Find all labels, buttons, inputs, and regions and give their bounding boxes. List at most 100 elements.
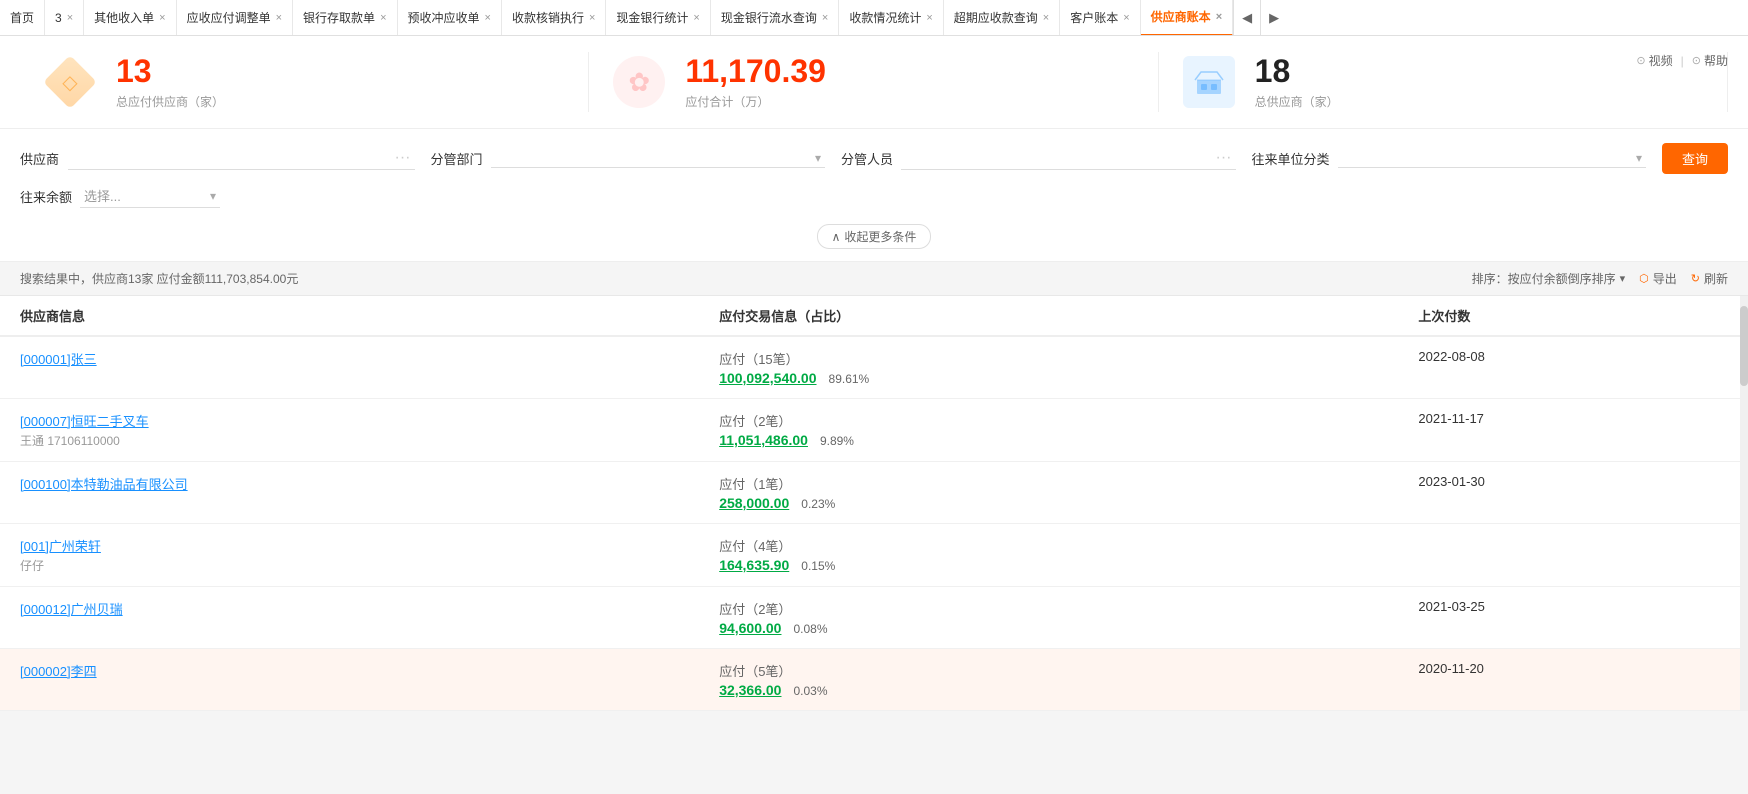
- tx-info-cell: 应付（4笔）164,635.900.15%: [699, 524, 1398, 587]
- nav-tab-home[interactable]: 首页: [0, 0, 45, 36]
- close-icon[interactable]: ×: [926, 12, 932, 24]
- tx-info-cell: 应付（2笔）11,051,486.009.89%: [699, 399, 1398, 462]
- dept-label: 分管部门: [431, 149, 483, 168]
- tx-amount[interactable]: 11,051,486.00: [719, 432, 808, 448]
- nav-tab-cash-flow[interactable]: 现金银行流水查询 ×: [711, 0, 839, 36]
- balance-field: 往来余额 选择... ▾: [20, 184, 220, 208]
- collapse-bar: ∧ 收起更多条件: [20, 218, 1728, 251]
- diamond-icon: ◇: [40, 52, 100, 112]
- supplier-link[interactable]: [000012]广州贝瑞: [20, 602, 123, 617]
- supplier-link[interactable]: [001]广州荣轩: [20, 539, 101, 554]
- tx-amount[interactable]: 94,600.00: [719, 620, 781, 636]
- category-select[interactable]: ▾: [1338, 149, 1646, 168]
- export-icon: ⬡: [1639, 272, 1649, 285]
- summary-info-payable: 13 总应付供应商（家）: [116, 54, 224, 110]
- last-payment-cell: [1398, 524, 1748, 587]
- close-icon[interactable]: ×: [1216, 11, 1222, 23]
- person-dots-icon[interactable]: ···: [1216, 149, 1232, 167]
- supplier-link[interactable]: [000001]张三: [20, 352, 97, 367]
- close-icon[interactable]: ×: [67, 12, 73, 24]
- table-header-row: 供应商信息 应付交易信息（占比） 上次付数: [0, 296, 1748, 336]
- balance-select[interactable]: 选择... ▾: [80, 184, 220, 208]
- supplier-link[interactable]: [000007]恒旺二手叉车: [20, 414, 149, 429]
- right-scrollbar[interactable]: [1740, 296, 1748, 711]
- nav-tab-bank[interactable]: 银行存取款单 ×: [293, 0, 397, 36]
- balance-placeholder: 选择...: [84, 186, 121, 205]
- last-payment-cell: 2022-08-08: [1398, 336, 1748, 399]
- tx-info-cell: 应付（2笔）94,600.000.08%: [699, 587, 1398, 649]
- tx-amount[interactable]: 32,366.00: [719, 682, 781, 698]
- person-input[interactable]: [905, 151, 1216, 166]
- person-label: 分管人员: [841, 149, 893, 168]
- table-wrapper: 供应商信息 应付交易信息（占比） 上次付数 [000001]张三应付（15笔）1…: [0, 296, 1748, 711]
- tx-amount[interactable]: 100,092,540.00: [719, 370, 816, 386]
- close-icon[interactable]: ×: [485, 12, 491, 24]
- supplier-link[interactable]: [000100]本特勒油品有限公司: [20, 477, 188, 492]
- total-suppliers-count: 18: [1255, 54, 1339, 89]
- collapse-button[interactable]: ∧ 收起更多条件: [817, 224, 932, 249]
- tx-info-cell: 应付（15笔）100,092,540.0089.61%: [699, 336, 1398, 399]
- supplier-input[interactable]: [72, 151, 395, 166]
- table-row: [000001]张三应付（15笔）100,092,540.0089.61%202…: [0, 336, 1748, 399]
- nav-tab-other-income[interactable]: 其他收入单 ×: [84, 0, 176, 36]
- nav-tab-prepay[interactable]: 预收冲应收单 ×: [398, 0, 502, 36]
- tx-label: 应付（1笔）: [719, 477, 791, 492]
- nav-arrow-left[interactable]: ◀: [1233, 0, 1260, 36]
- nav-tab-overdue[interactable]: 超期应收款查询 ×: [944, 0, 1060, 36]
- close-icon[interactable]: ×: [822, 12, 828, 24]
- chevron-up-icon: ∧: [832, 230, 841, 244]
- close-icon[interactable]: ×: [276, 12, 282, 24]
- supplier-dots-icon[interactable]: ···: [395, 149, 411, 167]
- nav-tab-customer-ledger[interactable]: 客户账本 ×: [1060, 0, 1140, 36]
- tx-amount[interactable]: 258,000.00: [719, 495, 789, 511]
- category-field: 往来单位分类 ▾: [1252, 149, 1647, 168]
- dept-select[interactable]: ▾: [491, 149, 825, 168]
- nav-tab-ar-ap-adjust[interactable]: 应收应付调整单 ×: [177, 0, 293, 36]
- nav-arrow-right[interactable]: ▶: [1260, 0, 1287, 36]
- last-payment-cell: 2020-11-20: [1398, 649, 1748, 711]
- summary-card-payable-total: ✿ 11,170.39 应付合计（万）: [589, 52, 1158, 112]
- supplier-info-cell: [001]广州荣轩仔仔: [0, 524, 699, 587]
- refresh-button[interactable]: ↻ 刷新: [1691, 270, 1728, 287]
- close-icon[interactable]: ×: [1043, 12, 1049, 24]
- nav-tab-payment-exec[interactable]: 收款核销执行 ×: [502, 0, 606, 36]
- tx-label: 应付（2笔）: [719, 602, 791, 617]
- close-icon[interactable]: ×: [589, 12, 595, 24]
- tx-percent: 0.15%: [801, 559, 835, 573]
- supplier-link[interactable]: [000002]李四: [20, 664, 97, 679]
- nav-tab-supplier-ledger[interactable]: 供应商账本 ×: [1141, 0, 1233, 36]
- tx-info-cell: 应付（5笔）32,366.000.03%: [699, 649, 1398, 711]
- close-icon[interactable]: ×: [1123, 12, 1129, 24]
- help-link[interactable]: ⊙ 帮助: [1692, 52, 1728, 69]
- export-button[interactable]: ⬡ 导出: [1639, 270, 1677, 287]
- video-link[interactable]: ⊙ 视频: [1636, 52, 1672, 69]
- last-payment-cell: 2021-11-17: [1398, 399, 1748, 462]
- result-bar: 搜索结果中，供应商13家 应付金额111,703,854.00元 排序：按应付余…: [0, 262, 1748, 296]
- top-right-links: ⊙ 视频 | ⊙ 帮助: [1636, 52, 1728, 69]
- col-supplier-info: 供应商信息: [0, 296, 699, 336]
- payable-suppliers-count: 13: [116, 54, 224, 89]
- query-button[interactable]: 查询: [1662, 143, 1728, 174]
- tx-percent: 89.61%: [829, 372, 870, 386]
- tx-percent: 0.23%: [801, 497, 835, 511]
- close-icon[interactable]: ×: [380, 12, 386, 24]
- chevron-down-icon: ▾: [1636, 151, 1642, 165]
- scrollbar-thumb[interactable]: [1740, 306, 1748, 386]
- nav-tab-cash-bank-stats[interactable]: 现金银行统计 ×: [606, 0, 710, 36]
- close-icon[interactable]: ×: [693, 12, 699, 24]
- table-row: [000002]李四应付（5笔）32,366.000.03%2020-11-20: [0, 649, 1748, 711]
- tx-percent: 0.03%: [793, 684, 827, 698]
- sort-label[interactable]: 排序：按应付余额倒序排序 ▾: [1472, 270, 1626, 287]
- supplier-input-wrap[interactable]: ···: [68, 147, 415, 170]
- balance-label: 往来余额: [20, 187, 72, 206]
- person-input-wrap[interactable]: ···: [901, 147, 1235, 170]
- chevron-down-icon: ▾: [210, 189, 216, 203]
- close-icon[interactable]: ×: [159, 12, 165, 24]
- payable-total-number: 11,170.39: [685, 54, 826, 89]
- person-field: 分管人员 ···: [841, 147, 1236, 170]
- chevron-down-icon: ▾: [815, 151, 821, 165]
- nav-tab-payment-stats[interactable]: 收款情况统计 ×: [839, 0, 943, 36]
- tx-amount[interactable]: 164,635.90: [719, 557, 789, 573]
- supplier-label: 供应商: [20, 149, 60, 168]
- nav-tab-3[interactable]: 3 ×: [45, 0, 84, 36]
